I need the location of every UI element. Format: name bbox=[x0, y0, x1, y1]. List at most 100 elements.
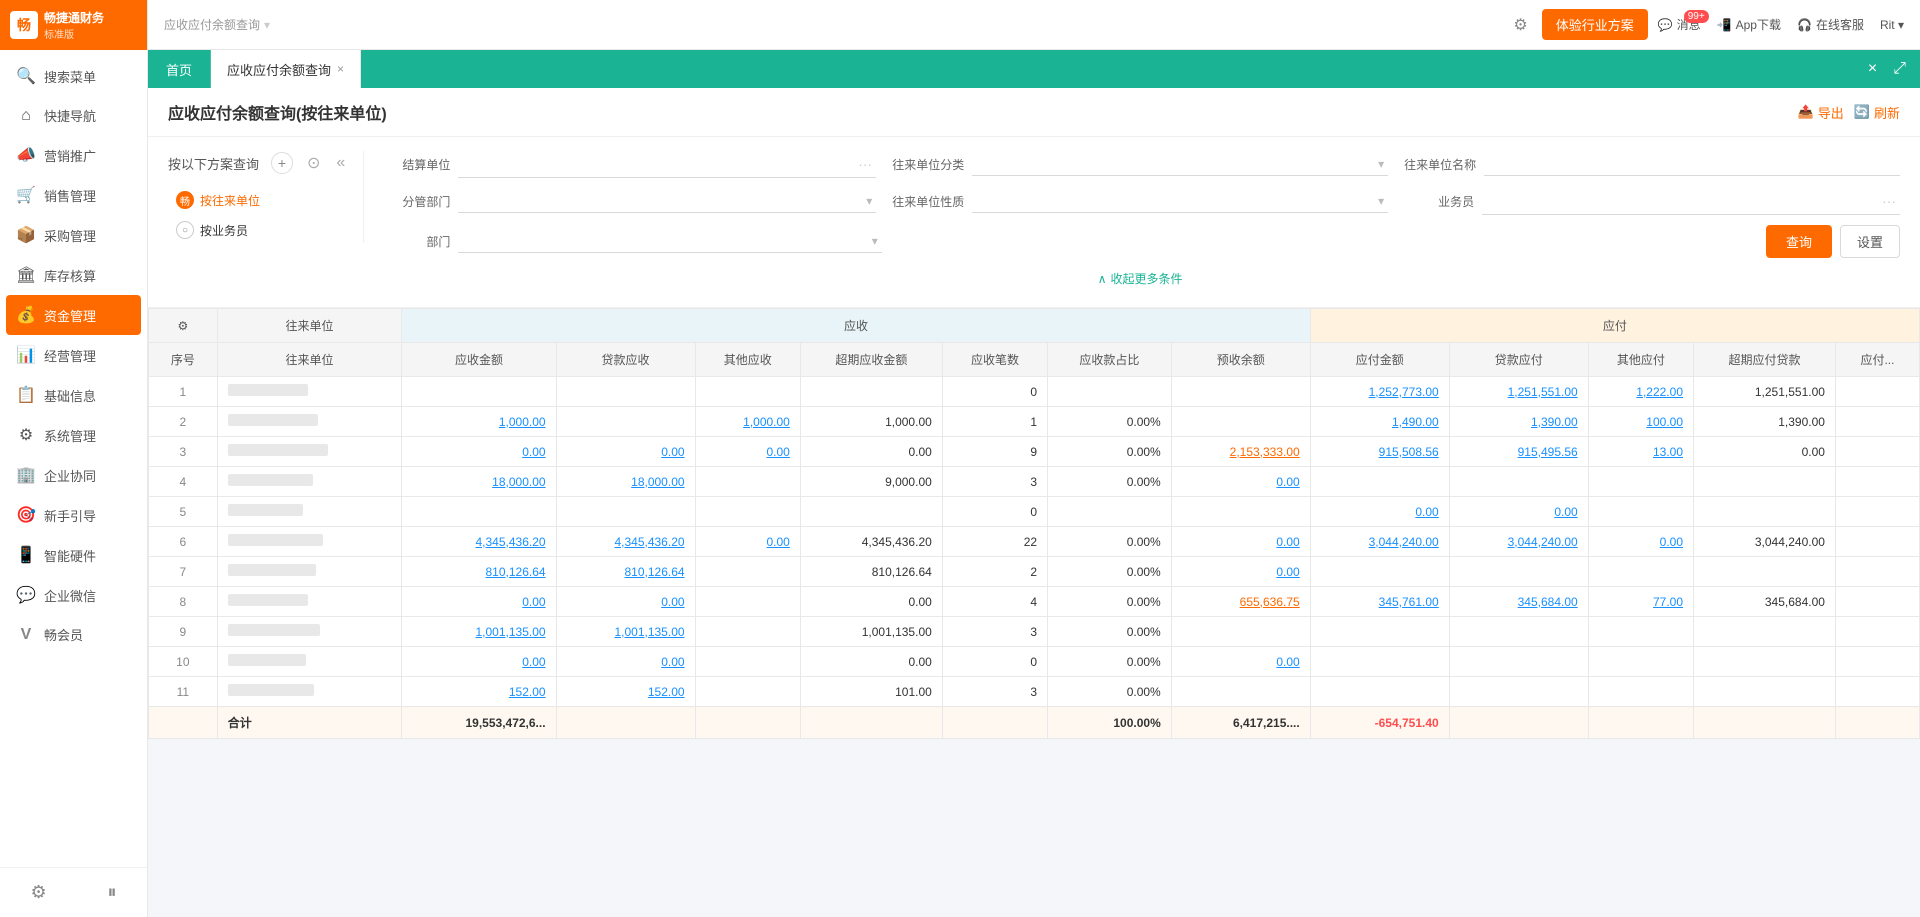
td-qtys: 1,000.00 bbox=[695, 407, 800, 437]
sidebar-item-quick-nav[interactable]: ⌂ 快捷导航 bbox=[0, 96, 147, 135]
td-qtyf: 100.00 bbox=[1588, 407, 1693, 437]
td-cqyf bbox=[1694, 557, 1836, 587]
export-icon: 📤 bbox=[1798, 104, 1814, 120]
window-close-button[interactable]: × bbox=[1864, 56, 1881, 82]
business-person-input[interactable] bbox=[1486, 190, 1878, 212]
td-yf-extra bbox=[1835, 377, 1919, 407]
scheme-option-unit[interactable]: 畅 按往来单位 bbox=[168, 187, 347, 213]
td-yfje: 1,252,773.00 bbox=[1310, 377, 1449, 407]
laiwan-category-select[interactable] bbox=[972, 153, 1388, 175]
message-button[interactable]: 💬 消息 99+ bbox=[1658, 16, 1701, 33]
sales-icon: 🛒 bbox=[16, 185, 36, 205]
corp-icon: 🏢 bbox=[16, 465, 36, 485]
logo-sub: 标准版 bbox=[44, 26, 104, 41]
td-yfje bbox=[1310, 617, 1449, 647]
sidebar-collapse-btn[interactable]: ⏸ bbox=[100, 878, 125, 907]
fenguan-dept-select[interactable] bbox=[458, 190, 876, 212]
laiwan-nature-wrap: ▾ bbox=[972, 190, 1388, 213]
td-no: 3 bbox=[149, 437, 218, 467]
td-qtyf bbox=[1588, 617, 1693, 647]
sidebar-item-finance[interactable]: 💰 资金管理 bbox=[6, 295, 141, 335]
td-ysye bbox=[1171, 677, 1310, 707]
table-row: 9 1,001,135.00 1,001,135.00 1,001,135.00… bbox=[149, 617, 1920, 647]
jiesuan-dots-icon[interactable]: ··· bbox=[858, 156, 872, 172]
td-dkyf: 1,390.00 bbox=[1449, 407, 1588, 437]
td-dkys: 0.00 bbox=[556, 587, 695, 617]
sidebar-item-member[interactable]: V 畅会员 bbox=[0, 615, 147, 654]
td-ysye bbox=[1171, 407, 1310, 437]
td-dkys: 0.00 bbox=[556, 437, 695, 467]
table-settings-icon[interactable]: ⚙ bbox=[177, 319, 188, 333]
td-cqyf: 1,390.00 bbox=[1694, 407, 1836, 437]
th-dkyf: 贷款应付 bbox=[1449, 343, 1588, 377]
td-yskzb: 0.00% bbox=[1048, 557, 1172, 587]
header-gear-icon[interactable]: ⚙ bbox=[1509, 11, 1531, 39]
tab-close-icon[interactable]: × bbox=[337, 62, 344, 76]
operation-icon: 📊 bbox=[16, 345, 36, 365]
td-qtyf bbox=[1588, 497, 1693, 527]
td-dkys: 18,000.00 bbox=[556, 467, 695, 497]
td-yf-extra bbox=[1835, 407, 1919, 437]
td-yf-extra bbox=[1835, 527, 1919, 557]
sidebar-item-guide[interactable]: 🎯 新手引导 bbox=[0, 495, 147, 535]
export-button[interactable]: 📤 导出 bbox=[1798, 103, 1844, 122]
td-ysye bbox=[1171, 617, 1310, 647]
sidebar-item-corp-wx[interactable]: 💬 企业微信 bbox=[0, 575, 147, 615]
user-menu[interactable]: Rit ▾ bbox=[1880, 18, 1904, 32]
system-icon: ⚙ bbox=[16, 425, 36, 445]
sidebar-item-marketing[interactable]: 📣 营销推广 bbox=[0, 135, 147, 175]
td-unit bbox=[217, 587, 402, 617]
sidebar-item-operation[interactable]: 📊 经营管理 bbox=[0, 335, 147, 375]
td-yf-extra bbox=[1835, 437, 1919, 467]
sidebar-item-inventory[interactable]: 🏛 库存核算 bbox=[0, 255, 147, 295]
sidebar-item-search-menu[interactable]: 🔍 搜索菜单 bbox=[0, 56, 147, 96]
laiwan-unit-name-input[interactable] bbox=[1484, 153, 1900, 176]
sidebar: 畅 畅捷通财务 标准版 🔍 搜索菜单 ⌂ 快捷导航 📣 营销推广 🛒 销售管理 … bbox=[0, 0, 148, 917]
settings-button[interactable]: 设置 bbox=[1840, 225, 1900, 258]
sidebar-item-corp[interactable]: 🏢 企业协同 bbox=[0, 455, 147, 495]
td-yskzb: 0.00% bbox=[1048, 647, 1172, 677]
filter-business-person: 业务员 ··· bbox=[1404, 188, 1900, 215]
td-ysye: 655,636.75 bbox=[1171, 587, 1310, 617]
td-ysbs: 22 bbox=[942, 527, 1047, 557]
sidebar-item-purchase[interactable]: 📦 采购管理 bbox=[0, 215, 147, 255]
th-cqys: 超期应收金额 bbox=[800, 343, 942, 377]
window-max-button[interactable]: ⤢ bbox=[1889, 56, 1910, 82]
scheme-collapse-icon[interactable]: « bbox=[334, 152, 347, 174]
app-download-button[interactable]: 📲 App下载 bbox=[1717, 16, 1781, 33]
scheme-settings-icon[interactable]: ⊙ bbox=[305, 151, 322, 175]
add-scheme-button[interactable]: + bbox=[271, 152, 293, 174]
dept-select[interactable] bbox=[458, 230, 881, 252]
sidebar-item-smart-hw[interactable]: 📱 智能硬件 bbox=[0, 535, 147, 575]
tfoot-label: 合计 bbox=[217, 707, 402, 739]
filter-laiwan-category-label: 往来单位分类 bbox=[892, 156, 964, 173]
th-no: 序号 bbox=[149, 343, 218, 377]
collapse-button[interactable]: ∧ 收起更多条件 bbox=[380, 264, 1900, 293]
online-service-button[interactable]: 🎧 在线客服 bbox=[1797, 16, 1864, 33]
query-button[interactable]: 查询 bbox=[1766, 225, 1832, 258]
sidebar-item-basic-info[interactable]: 📋 基础信息 bbox=[0, 375, 147, 415]
tab-active[interactable]: 应收应付余额查询 × bbox=[211, 50, 361, 88]
business-dots-icon[interactable]: ··· bbox=[1882, 193, 1896, 209]
laiwan-nature-select[interactable] bbox=[972, 190, 1388, 212]
guide-icon: 🎯 bbox=[16, 505, 36, 525]
jiesuan-unit-input[interactable] bbox=[462, 153, 854, 175]
th-ysje: 应收金额 bbox=[402, 343, 556, 377]
scheme-staff-icon: ○ bbox=[176, 221, 194, 239]
sidebar-item-label: 企业协同 bbox=[44, 466, 96, 485]
chevron-down-icon: ▾ bbox=[264, 18, 270, 32]
trial-button[interactable]: 体验行业方案 bbox=[1542, 9, 1648, 40]
tab-home[interactable]: 首页 bbox=[148, 50, 211, 88]
filter-fenguan-label: 分管部门 bbox=[380, 193, 450, 210]
scheme-option-staff[interactable]: ○ 按业务员 bbox=[168, 217, 347, 243]
td-ysye: 0.00 bbox=[1171, 557, 1310, 587]
sidebar-settings-btn[interactable]: ⚙ bbox=[22, 878, 54, 907]
filter-business-label: 业务员 bbox=[1404, 193, 1474, 210]
sidebar-item-system[interactable]: ⚙ 系统管理 bbox=[0, 415, 147, 455]
td-cqyf: 1,251,551.00 bbox=[1694, 377, 1836, 407]
td-no: 4 bbox=[149, 467, 218, 497]
sidebar-item-sales[interactable]: 🛒 销售管理 bbox=[0, 175, 147, 215]
filter-laiwan-nature-label: 往来单位性质 bbox=[892, 193, 964, 210]
inventory-icon: 🏛 bbox=[16, 265, 36, 285]
refresh-button[interactable]: 🔄 刷新 bbox=[1854, 103, 1900, 122]
